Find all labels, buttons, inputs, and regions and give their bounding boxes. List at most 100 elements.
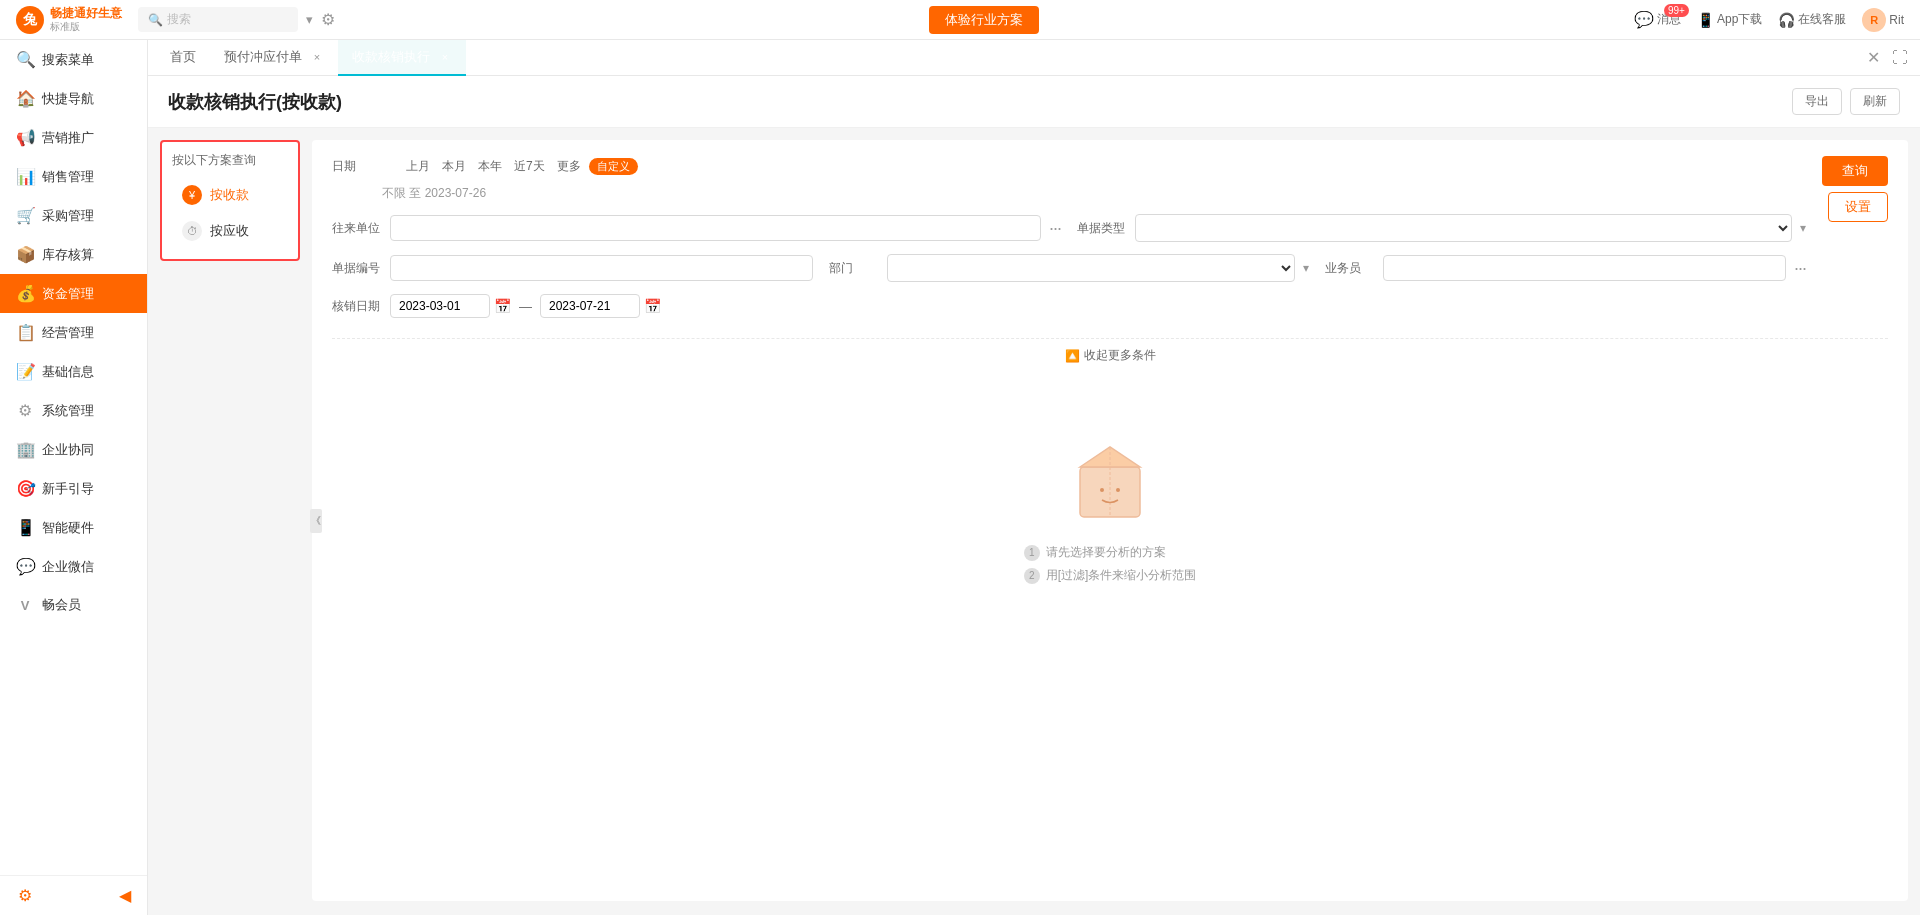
dropdown-icon[interactable]: ▾: [306, 12, 313, 27]
tab-receipt-cancel-close[interactable]: ×: [438, 50, 452, 64]
hardware-icon: 📱: [16, 518, 34, 537]
dept-field: 部门 ▾: [829, 254, 1310, 282]
tab-home[interactable]: 首页: [156, 40, 210, 76]
writeoff-date-to-input[interactable]: [540, 294, 640, 318]
date-separator: —: [519, 299, 532, 314]
sidebar-item-label: 企业微信: [42, 558, 94, 576]
export-btn[interactable]: 导出: [1792, 88, 1842, 115]
filter-panel-wrapper: 按以下方案查询 ¥ 按收款 ⏱ 按应收 《: [160, 140, 312, 901]
empty-state: 1 请先选择要分析的方案 2 用[过滤]条件来缩小分析范围: [332, 372, 1888, 644]
top-search-bar[interactable]: 🔍 搜索: [138, 7, 298, 32]
sidebar-item-hardware[interactable]: 📱 智能硬件: [0, 508, 147, 547]
edition-label: 标准版: [50, 21, 122, 33]
voucher-type-dropdown-icon[interactable]: ▾: [1800, 221, 1806, 235]
tab-bar: 首页 预付冲应付单 × 收款核销执行 × ✕ ⛶: [148, 40, 1920, 76]
sidebar-item-guide[interactable]: 🎯 新手引导: [0, 469, 147, 508]
sidebar-item-finance[interactable]: 💰 资金管理: [0, 274, 147, 313]
date-preset-last-month[interactable]: 上月: [402, 156, 434, 177]
message-badge: 99+: [1664, 4, 1689, 17]
collapse-conditions-btn[interactable]: 🔼 收起更多条件: [1065, 347, 1156, 364]
dept-dropdown-icon[interactable]: ▾: [1303, 261, 1309, 275]
writeoff-date-to-group: 📅: [540, 294, 661, 318]
logo-icon: 兔: [16, 6, 44, 34]
sidebar-item-purchase[interactable]: 🛒 采购管理: [0, 196, 147, 235]
sidebar-item-search-menu[interactable]: 🔍 搜索菜单: [0, 40, 147, 79]
filter-option-by-receivable[interactable]: ⏱ 按应收: [172, 213, 288, 249]
tab-receipt-cancel[interactable]: 收款核销执行 ×: [338, 40, 466, 76]
page-actions: 导出 刷新: [1792, 88, 1900, 115]
staff-ellipsis[interactable]: ···: [1794, 258, 1806, 279]
date-preset-this-year[interactable]: 本年: [474, 156, 506, 177]
empty-tip-1: 1 请先选择要分析的方案: [1024, 544, 1197, 561]
refresh-btn[interactable]: 刷新: [1850, 88, 1900, 115]
industry-btn[interactable]: 体验行业方案: [929, 6, 1039, 34]
tab-prepay-close[interactable]: ×: [310, 50, 324, 64]
page-header: 收款核销执行(按收款) 导出 刷新: [148, 76, 1920, 128]
filter-panel-title: 按以下方案查询: [172, 152, 288, 169]
user-avatar[interactable]: R Rit: [1862, 8, 1904, 32]
by-receivable-icon: ⏱: [182, 221, 202, 241]
voucher-no-input[interactable]: [390, 255, 813, 281]
empty-tip-2-label: 用[过滤]条件来缩小分析范围: [1046, 567, 1197, 584]
sidebar-item-label: 营销推广: [42, 129, 94, 147]
top-bar: 兔 畅捷通好生意 标准版 🔍 搜索 ▾ ⚙ 体验行业方案 💬 消息 99+ 📱 …: [0, 0, 1920, 40]
empty-illustration: [1060, 432, 1160, 532]
query-btn[interactable]: 查询: [1822, 156, 1888, 186]
sidebar-item-operations[interactable]: 📋 经营管理: [0, 313, 147, 352]
dept-select[interactable]: [887, 254, 1296, 282]
staff-field: 业务员 ···: [1325, 255, 1806, 281]
sidebar-item-vip[interactable]: V 畅会员: [0, 586, 147, 624]
sidebar-item-system[interactable]: ⚙ 系统管理: [0, 391, 147, 430]
online-service-btn[interactable]: 🎧 在线客服: [1778, 11, 1846, 28]
writeoff-date-to-cal[interactable]: 📅: [644, 298, 661, 314]
top-bar-center: 体验行业方案: [335, 6, 1634, 34]
date-preset-7days[interactable]: 近7天: [510, 156, 549, 177]
partner-input[interactable]: [390, 215, 1041, 241]
tab-close-btn[interactable]: ✕: [1863, 46, 1884, 69]
sidebar-item-wechat[interactable]: 💬 企业微信: [0, 547, 147, 586]
date-preset-group: 上月 本月 本年 近7天 更多 自定义: [402, 156, 1806, 177]
writeoff-date-from-cal[interactable]: 📅: [494, 298, 511, 314]
tab-expand-btn[interactable]: ⛶: [1888, 47, 1912, 69]
empty-tip-2: 2 用[过滤]条件来缩小分析范围: [1024, 567, 1197, 584]
filter-panel: 按以下方案查询 ¥ 按收款 ⏱ 按应收: [160, 140, 300, 261]
message-btn[interactable]: 💬 消息 99+: [1634, 10, 1681, 29]
sidebar-item-quick-nav[interactable]: 🏠 快捷导航: [0, 79, 147, 118]
sidebar-item-label: 快捷导航: [42, 90, 94, 108]
enterprise-icon: 🏢: [16, 440, 34, 459]
sidebar-item-label: 库存核算: [42, 246, 94, 264]
search-panel: 日期 上月 本月 本年 近7天 更多 自定义 不限 至 2023-07-26: [312, 140, 1908, 901]
sidebar-settings-icon[interactable]: ⚙: [16, 886, 34, 905]
sidebar-collapse-btn[interactable]: ◀: [119, 886, 131, 905]
date-custom-tag[interactable]: 自定义: [589, 158, 638, 175]
username-label: Rit: [1889, 13, 1904, 27]
sidebar-item-inventory[interactable]: 📦 库存核算: [0, 235, 147, 274]
marketing-icon: 📢: [16, 128, 34, 147]
partner-ellipsis[interactable]: ···: [1049, 218, 1061, 239]
date-preset-this-month[interactable]: 本月: [438, 156, 470, 177]
setting-btn[interactable]: 设置: [1828, 192, 1888, 222]
search-placeholder: 搜索: [167, 11, 191, 28]
sidebar-item-label: 企业协同: [42, 441, 94, 459]
voucher-type-select[interactable]: [1135, 214, 1792, 242]
staff-input[interactable]: [1383, 255, 1786, 281]
sidebar-item-enterprise[interactable]: 🏢 企业协同: [0, 430, 147, 469]
sidebar-item-sales[interactable]: 📊 销售管理: [0, 157, 147, 196]
gear-icon[interactable]: ⚙: [321, 10, 335, 29]
sidebar-item-basic-info[interactable]: 📝 基础信息: [0, 352, 147, 391]
voucher-no-field: 单据编号: [332, 255, 813, 281]
tab-prepay[interactable]: 预付冲应付单 ×: [210, 40, 338, 76]
partner-field: 往来单位 ···: [332, 215, 1061, 241]
staff-label: 业务员: [1325, 260, 1375, 277]
system-icon: ⚙: [16, 401, 34, 420]
top-bar-right: 💬 消息 99+ 📱 App下载 🎧 在线客服 R Rit: [1634, 8, 1904, 32]
date-preset-more[interactable]: 更多: [553, 156, 585, 177]
filter-option-by-receipt[interactable]: ¥ 按收款: [172, 177, 288, 213]
filter-panel-collapse-btn[interactable]: 《: [310, 509, 322, 533]
avatar: R: [1862, 8, 1886, 32]
app-download-btn[interactable]: 📱 App下载: [1697, 11, 1762, 28]
svg-point-4: [1100, 488, 1104, 492]
writeoff-date-from-input[interactable]: [390, 294, 490, 318]
tab-receipt-cancel-label: 收款核销执行: [352, 48, 430, 66]
sidebar-item-marketing[interactable]: 📢 营销推广: [0, 118, 147, 157]
